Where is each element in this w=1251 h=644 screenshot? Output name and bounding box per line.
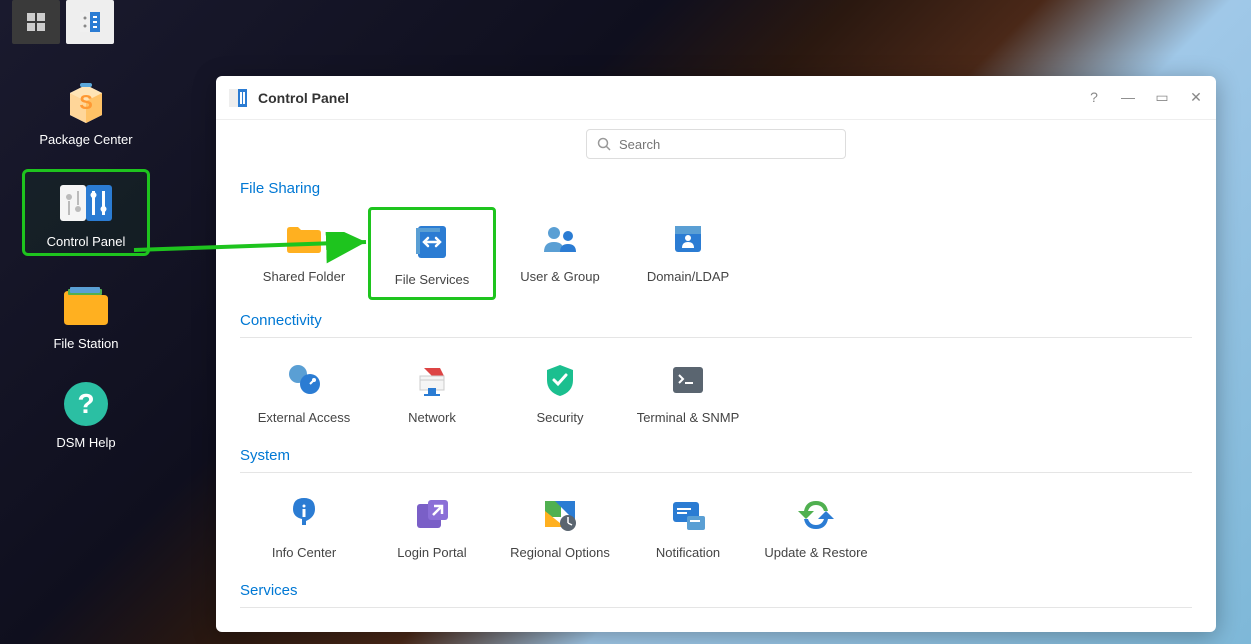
file-services-icon	[408, 220, 456, 264]
desktop-icon-label: DSM Help	[56, 435, 115, 450]
taskbar	[12, 0, 114, 44]
regional-options-icon	[536, 493, 584, 537]
item-label: Update & Restore	[764, 545, 867, 560]
item-label: Network	[408, 410, 456, 425]
item-label: Terminal & SNMP	[637, 410, 740, 425]
section-system: Info Center Login Portal Regional Option…	[240, 483, 1192, 570]
desktop-icon-package-center[interactable]: S Package Center	[22, 70, 150, 151]
desktop-icon-label: Control Panel	[47, 234, 126, 249]
desktop-icons: S Package Center Control Panel File Stat…	[22, 70, 150, 454]
item-login-portal[interactable]: Login Portal	[368, 483, 496, 570]
item-user-group[interactable]: User & Group	[496, 207, 624, 300]
file-station-icon	[54, 278, 118, 332]
search-input[interactable]	[619, 137, 835, 152]
window-content: File Sharing Shared Folder File Services…	[216, 168, 1216, 632]
section-title-services: Services	[240, 582, 1192, 608]
item-info-center[interactable]: Info Center	[240, 483, 368, 570]
section-title-file-sharing: File Sharing	[240, 180, 1192, 197]
window-toolbar	[216, 120, 1216, 168]
app-launcher-button[interactable]	[12, 0, 60, 44]
item-label: Security	[537, 410, 584, 425]
update-restore-icon	[792, 493, 840, 537]
item-external-access[interactable]: External Access	[240, 348, 368, 435]
item-label: File Services	[395, 272, 469, 287]
item-terminal-snmp[interactable]: Terminal & SNMP	[624, 348, 752, 435]
window-app-icon	[228, 88, 248, 108]
external-access-icon	[280, 358, 328, 402]
desktop-icon-label: Package Center	[39, 132, 132, 147]
info-center-icon	[280, 493, 328, 537]
svg-text:?: ?	[77, 388, 94, 419]
control-panel-window: Control Panel ? — ▭ ✕ File Sharing Share…	[216, 76, 1216, 632]
package-center-icon: S	[54, 74, 118, 128]
item-domain-ldap[interactable]: Domain/LDAP	[624, 207, 752, 300]
svg-text:S: S	[79, 92, 92, 114]
window-controls: ? — ▭ ✕	[1086, 89, 1204, 106]
login-portal-icon	[408, 493, 456, 537]
item-regional-options[interactable]: Regional Options	[496, 483, 624, 570]
close-button[interactable]: ✕	[1188, 89, 1204, 106]
section-title-system: System	[240, 447, 1192, 473]
dsm-help-icon: ?	[54, 377, 118, 431]
item-label: User & Group	[520, 269, 599, 284]
desktop-icon-dsm-help[interactable]: ? DSM Help	[22, 373, 150, 454]
item-network[interactable]: Network	[368, 348, 496, 435]
terminal-icon	[664, 358, 712, 402]
help-button[interactable]: ?	[1086, 89, 1102, 106]
shared-folder-icon	[280, 217, 328, 261]
search-box[interactable]	[586, 129, 846, 159]
item-label: Regional Options	[510, 545, 610, 560]
taskbar-control-panel[interactable]	[66, 0, 114, 44]
item-security[interactable]: Security	[496, 348, 624, 435]
item-file-services[interactable]: File Services	[368, 207, 496, 300]
user-group-icon	[536, 217, 584, 261]
security-icon	[536, 358, 584, 402]
window-title: Control Panel	[258, 90, 1086, 106]
section-file-sharing: Shared Folder File Services User & Group…	[240, 207, 1192, 300]
control-panel-icon	[54, 176, 118, 230]
item-label: Info Center	[272, 545, 336, 560]
desktop-icon-file-station[interactable]: File Station	[22, 274, 150, 355]
item-label: Shared Folder	[263, 269, 345, 284]
maximize-button[interactable]: ▭	[1154, 89, 1170, 106]
item-notification[interactable]: Notification	[624, 483, 752, 570]
section-title-connectivity: Connectivity	[240, 312, 1192, 338]
minimize-button[interactable]: —	[1120, 89, 1136, 106]
section-connectivity: External Access Network Security Termina…	[240, 348, 1192, 435]
search-icon	[597, 137, 611, 151]
item-label: Notification	[656, 545, 720, 560]
network-icon	[408, 358, 456, 402]
window-titlebar[interactable]: Control Panel ? — ▭ ✕	[216, 76, 1216, 120]
desktop-icon-control-panel[interactable]: Control Panel	[22, 169, 150, 256]
item-label: Domain/LDAP	[647, 269, 729, 284]
item-update-restore[interactable]: Update & Restore	[752, 483, 880, 570]
desktop-icon-label: File Station	[53, 336, 118, 351]
notification-icon	[664, 493, 712, 537]
domain-ldap-icon	[664, 217, 712, 261]
item-shared-folder[interactable]: Shared Folder	[240, 207, 368, 300]
item-label: External Access	[258, 410, 351, 425]
item-label: Login Portal	[397, 545, 466, 560]
